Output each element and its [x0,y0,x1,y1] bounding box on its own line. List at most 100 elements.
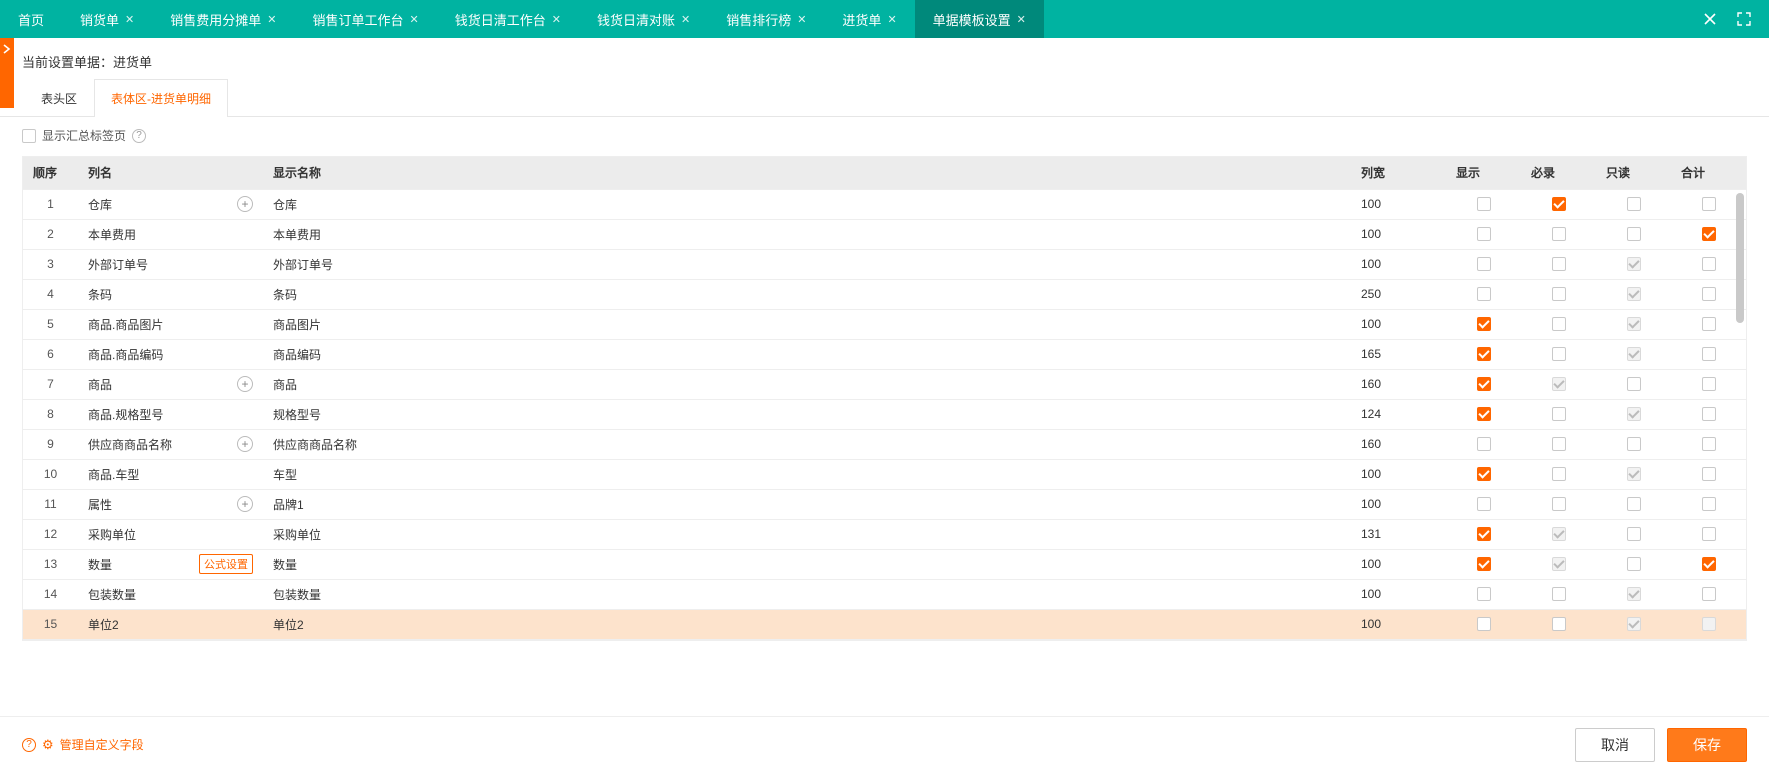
checkbox[interactable] [1552,437,1566,451]
app-tab[interactable]: 销售费用分摊单✕ [152,0,294,38]
cell-display[interactable]: 采购单位 [263,519,1351,549]
checkbox[interactable] [1552,257,1566,271]
table-row[interactable]: 3外部订单号外部订单号100 [23,249,1746,279]
cell-display[interactable]: 包装数量 [263,579,1351,609]
checkbox[interactable] [1552,407,1566,421]
table-row[interactable]: 15单位2单位2100 [23,609,1746,639]
cell-width[interactable]: 131 [1351,519,1446,549]
cell-width[interactable]: 160 [1351,429,1446,459]
checkbox[interactable] [1627,437,1641,451]
help-icon[interactable]: ? [22,738,36,752]
formula-settings-button[interactable]: 公式设置 [199,554,253,574]
checkbox[interactable] [1552,317,1566,331]
checkbox[interactable] [1702,377,1716,391]
app-tab[interactable]: 销售订单工作台✕ [294,0,436,38]
cell-display[interactable]: 规格型号 [263,399,1351,429]
tab-close-icon[interactable]: ✕ [797,13,806,26]
checkbox[interactable] [1627,197,1641,211]
cell-width[interactable]: 100 [1351,609,1446,639]
table-row[interactable]: 14包装数量包装数量100 [23,579,1746,609]
cell-width[interactable]: 100 [1351,219,1446,249]
checkbox[interactable] [1627,527,1641,541]
cell-width[interactable]: 100 [1351,549,1446,579]
checkbox[interactable] [1552,587,1566,601]
app-tab[interactable]: 钱货日清对账✕ [579,0,708,38]
close-all-tabs-button[interactable] [1695,4,1725,34]
checkbox[interactable] [1477,527,1491,541]
app-tab[interactable]: 销货单✕ [62,0,152,38]
cell-display[interactable]: 供应商商品名称 [263,429,1351,459]
table-row[interactable]: 13数量公式设置数量100 [23,549,1746,579]
checkbox[interactable] [1702,527,1716,541]
cell-width[interactable]: 100 [1351,189,1446,219]
inner-tab[interactable]: 表头区 [24,79,94,117]
checkbox[interactable] [1702,257,1716,271]
table-row[interactable]: 2本单费用本单费用100 [23,219,1746,249]
help-icon[interactable]: ? [132,129,146,143]
cell-display[interactable]: 仓库 [263,189,1351,219]
checkbox[interactable] [1477,557,1491,571]
checkbox[interactable] [1702,587,1716,601]
cell-width[interactable]: 165 [1351,339,1446,369]
checkbox[interactable] [1702,467,1716,481]
app-tab[interactable]: 销售排行榜✕ [708,0,824,38]
checkbox[interactable] [1477,377,1491,391]
cell-width[interactable]: 100 [1351,459,1446,489]
manage-custom-fields-link[interactable]: 管理自定义字段 [60,736,144,753]
cell-width[interactable]: 124 [1351,399,1446,429]
tab-close-icon[interactable]: ✕ [125,13,134,26]
checkbox[interactable] [1477,227,1491,241]
tab-close-icon[interactable]: ✕ [1017,13,1026,26]
checkbox[interactable] [1627,377,1641,391]
checkbox[interactable] [1552,617,1566,631]
checkbox[interactable] [1552,347,1566,361]
cell-display[interactable]: 本单费用 [263,219,1351,249]
checkbox[interactable] [1477,497,1491,511]
checkbox[interactable] [1477,617,1491,631]
show-summary-tab-checkbox[interactable] [22,129,36,143]
table-row[interactable]: 10商品.车型车型100 [23,459,1746,489]
table-row[interactable]: 12采购单位采购单位131 [23,519,1746,549]
cell-display[interactable]: 商品图片 [263,309,1351,339]
checkbox[interactable] [1627,557,1641,571]
checkbox[interactable] [1477,467,1491,481]
checkbox[interactable] [1477,257,1491,271]
checkbox[interactable] [1477,407,1491,421]
checkbox[interactable] [1702,227,1716,241]
checkbox[interactable] [1477,287,1491,301]
table-row[interactable]: 6商品.商品编码商品编码165 [23,339,1746,369]
table-row[interactable]: 5商品.商品图片商品图片100 [23,309,1746,339]
checkbox[interactable] [1702,557,1716,571]
fullscreen-button[interactable] [1729,4,1759,34]
cell-display[interactable]: 外部订单号 [263,249,1351,279]
checkbox[interactable] [1702,497,1716,511]
cell-width[interactable]: 100 [1351,249,1446,279]
checkbox[interactable] [1552,497,1566,511]
grid-scrollbar-thumb[interactable] [1736,193,1744,323]
inner-tab[interactable]: 表体区-进货单明细 [94,79,228,117]
checkbox[interactable] [1477,317,1491,331]
grid-scrollbar[interactable] [1736,193,1744,636]
save-button[interactable]: 保存 [1667,728,1747,762]
cell-display[interactable]: 车型 [263,459,1351,489]
app-tab[interactable]: 钱货日清工作台✕ [437,0,579,38]
cancel-button[interactable]: 取消 [1575,728,1655,762]
checkbox[interactable] [1552,227,1566,241]
checkbox[interactable] [1552,467,1566,481]
app-tab[interactable]: 首页 [0,0,62,38]
table-row[interactable]: 4条码条码250 [23,279,1746,309]
tab-close-icon[interactable]: ✕ [681,13,690,26]
cell-display[interactable]: 数量 [263,549,1351,579]
add-column-icon[interactable]: + [237,196,253,212]
checkbox[interactable] [1477,347,1491,361]
cell-display[interactable]: 单位2 [263,609,1351,639]
checkbox[interactable] [1627,497,1641,511]
tab-close-icon[interactable]: ✕ [887,13,896,26]
add-column-icon[interactable]: + [237,496,253,512]
cell-display[interactable]: 商品编码 [263,339,1351,369]
checkbox[interactable] [1477,587,1491,601]
cell-width[interactable]: 100 [1351,579,1446,609]
add-column-icon[interactable]: + [237,436,253,452]
cell-width[interactable]: 250 [1351,279,1446,309]
checkbox[interactable] [1627,227,1641,241]
